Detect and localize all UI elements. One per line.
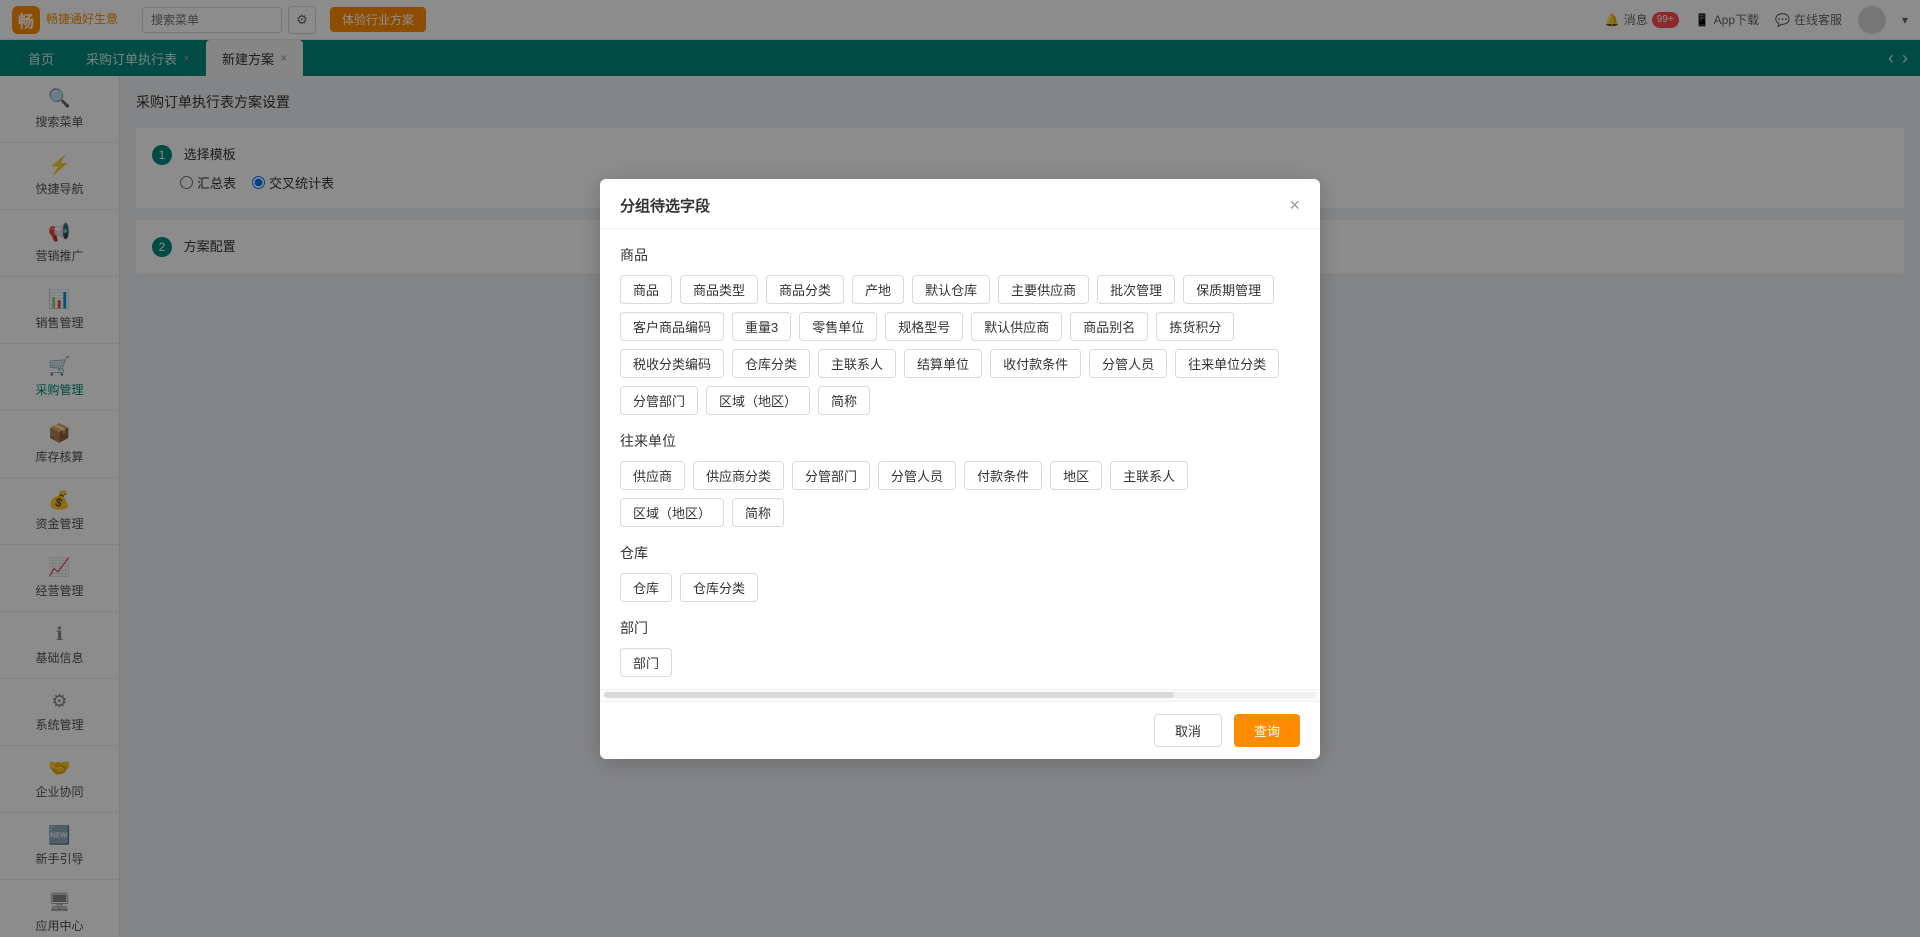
field-tag[interactable]: 保质期管理 — [1183, 275, 1274, 304]
field-select-modal: 分组待选字段 × 商品 商品 商品类型 商品分类 产地 默认仓库 主要供应商 批… — [600, 179, 1320, 759]
field-tag[interactable]: 规格型号 — [885, 312, 963, 341]
section-goods-fields: 商品 商品类型 商品分类 产地 默认仓库 主要供应商 批次管理 保质期管理 客户… — [620, 275, 1300, 415]
field-tag[interactable]: 零售单位 — [799, 312, 877, 341]
field-tag[interactable]: 仓库分类 — [732, 349, 810, 378]
field-tag[interactable]: 分管部门 — [620, 386, 698, 415]
section-department-title: 部门 — [620, 618, 1300, 638]
field-tag[interactable]: 主联系人 — [818, 349, 896, 378]
modal-body: 商品 商品 商品类型 商品分类 产地 默认仓库 主要供应商 批次管理 保质期管理… — [600, 229, 1320, 690]
field-tag[interactable]: 拣货积分 — [1156, 312, 1234, 341]
field-tag[interactable]: 仓库分类 — [680, 573, 758, 602]
field-tag[interactable]: 默认供应商 — [971, 312, 1062, 341]
field-tag[interactable]: 区域（地区） — [620, 498, 724, 527]
section-partner-fields: 供应商 供应商分类 分管部门 分管人员 付款条件 地区 主联系人 区域（地区） … — [620, 461, 1300, 527]
section-partner: 往来单位 供应商 供应商分类 分管部门 分管人员 付款条件 地区 主联系人 区域… — [620, 431, 1300, 527]
field-tag[interactable]: 商品别名 — [1070, 312, 1148, 341]
field-tag[interactable]: 商品 — [620, 275, 672, 304]
field-tag[interactable]: 往来单位分类 — [1175, 349, 1279, 378]
field-tag[interactable]: 分管人员 — [878, 461, 956, 490]
modal-confirm-button[interactable]: 查询 — [1234, 714, 1300, 747]
modal-close-button[interactable]: × — [1289, 195, 1300, 216]
field-tag[interactable]: 付款条件 — [964, 461, 1042, 490]
field-tag[interactable]: 批次管理 — [1097, 275, 1175, 304]
field-tag[interactable]: 重量3 — [732, 312, 791, 341]
field-tag[interactable]: 商品类型 — [680, 275, 758, 304]
field-tag[interactable]: 默认仓库 — [912, 275, 990, 304]
modal-overlay: 分组待选字段 × 商品 商品 商品类型 商品分类 产地 默认仓库 主要供应商 批… — [0, 0, 1920, 937]
field-tag[interactable]: 结算单位 — [904, 349, 982, 378]
field-tag[interactable]: 分管人员 — [1089, 349, 1167, 378]
field-tag[interactable]: 主要供应商 — [998, 275, 1089, 304]
field-tag[interactable]: 地区 — [1050, 461, 1102, 490]
section-goods: 商品 商品 商品类型 商品分类 产地 默认仓库 主要供应商 批次管理 保质期管理… — [620, 245, 1300, 415]
field-tag[interactable]: 税收分类编码 — [620, 349, 724, 378]
modal-title: 分组待选字段 — [620, 195, 710, 216]
modal-header: 分组待选字段 × — [600, 179, 1320, 229]
section-warehouse-fields: 仓库 仓库分类 — [620, 573, 1300, 602]
field-tag[interactable]: 客户商品编码 — [620, 312, 724, 341]
field-tag[interactable]: 区域（地区） — [706, 386, 810, 415]
field-tag[interactable]: 主联系人 — [1110, 461, 1188, 490]
field-tag[interactable]: 部门 — [620, 648, 672, 677]
section-partner-title: 往来单位 — [620, 431, 1300, 451]
field-tag[interactable]: 简称 — [732, 498, 784, 527]
field-tag[interactable]: 产地 — [852, 275, 904, 304]
section-department: 部门 部门 — [620, 618, 1300, 677]
field-tag[interactable]: 分管部门 — [792, 461, 870, 490]
field-tag[interactable]: 收付款条件 — [990, 349, 1081, 378]
modal-footer: 取消 查询 — [600, 701, 1320, 759]
field-tag[interactable]: 供应商分类 — [693, 461, 784, 490]
field-tag[interactable]: 简称 — [818, 386, 870, 415]
field-tag[interactable]: 商品分类 — [766, 275, 844, 304]
field-tag[interactable]: 仓库 — [620, 573, 672, 602]
section-warehouse-title: 仓库 — [620, 543, 1300, 563]
modal-cancel-button[interactable]: 取消 — [1154, 714, 1222, 747]
field-tag[interactable]: 供应商 — [620, 461, 685, 490]
section-goods-title: 商品 — [620, 245, 1300, 265]
section-warehouse: 仓库 仓库 仓库分类 — [620, 543, 1300, 602]
section-department-fields: 部门 — [620, 648, 1300, 677]
modal-hscroll[interactable] — [600, 689, 1320, 700]
